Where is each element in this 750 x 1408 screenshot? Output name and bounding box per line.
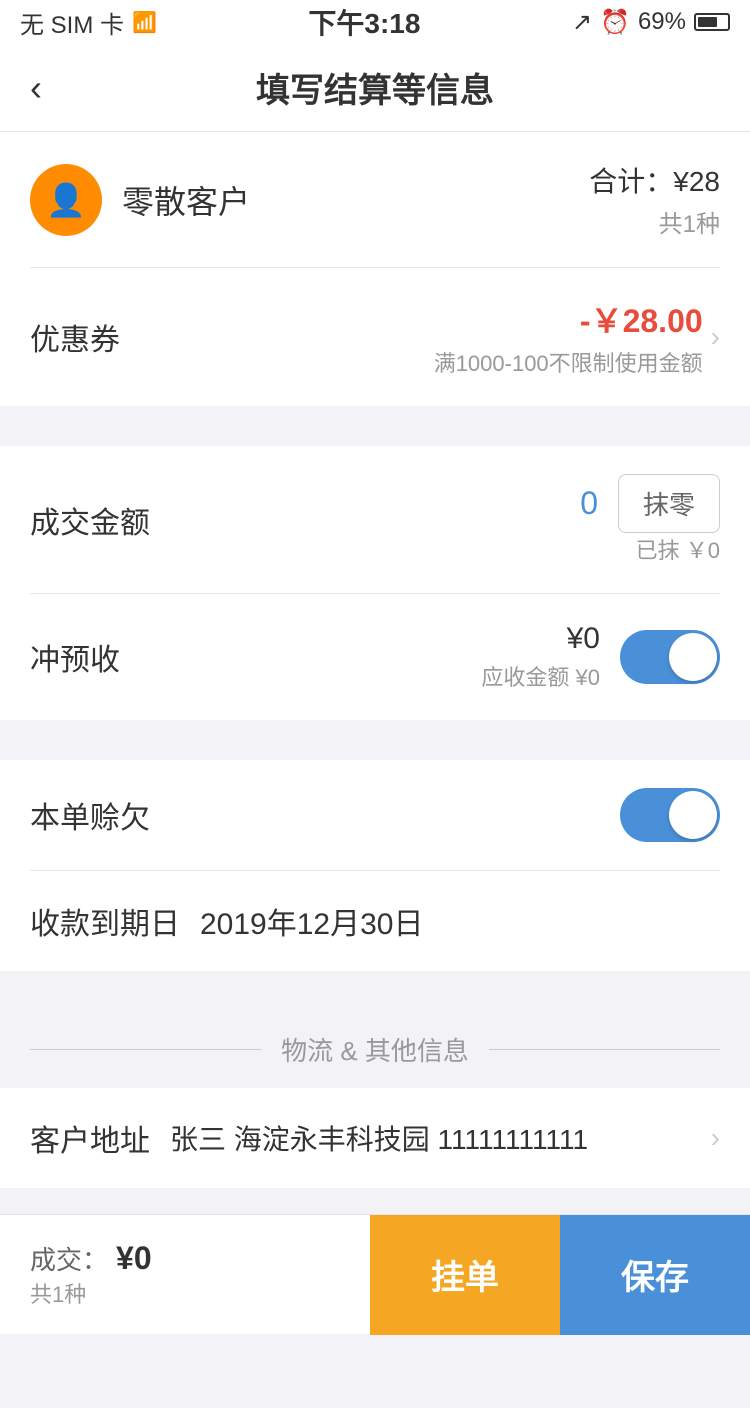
transaction-amount-input[interactable]: 0 xyxy=(538,485,598,522)
bottom-transaction-amount: ¥0 xyxy=(116,1240,152,1277)
round-zero-button[interactable]: 抹零 xyxy=(618,474,720,533)
coupon-description: 满1000-100不限制使用金额 xyxy=(434,346,703,378)
alarm-icon: ⏰ xyxy=(600,8,630,37)
bottom-transaction-label: 成交： xyxy=(30,1240,108,1277)
logistics-line-right xyxy=(489,1049,720,1050)
hang-order-button[interactable]: 挂单 xyxy=(370,1215,560,1335)
transaction-sub-text: 已抹 ￥0 xyxy=(538,533,720,565)
back-button[interactable]: ‹ xyxy=(30,67,42,109)
due-date-label: 收款到期日 xyxy=(30,899,180,943)
customer-right: 合计：¥28 共1种 xyxy=(589,160,720,239)
due-date-value: 2019年12月30日 xyxy=(200,899,423,943)
status-right: ↗ ⏰ 69% xyxy=(572,8,730,37)
status-time: 下午3:18 xyxy=(308,2,420,42)
page-title: 填写结算等信息 xyxy=(256,63,494,112)
debt-row: 本单赊欠 xyxy=(0,760,750,870)
coupon-label: 优惠券 xyxy=(30,315,120,359)
coupon-row[interactable]: 优惠券 -￥28.00 满1000-100不限制使用金额 › xyxy=(0,268,750,406)
battery-bar xyxy=(694,13,730,31)
status-bar: 无 SIM 卡 📶 下午3:18 ↗ ⏰ 69% xyxy=(0,0,750,44)
bottom-info: 成交： ¥0 共1种 xyxy=(0,1240,370,1309)
customer-name: 零散客户 xyxy=(122,177,250,223)
address-value: 张三 海淀永丰科技园 11111111111 xyxy=(170,1118,703,1158)
location-icon: ↗ xyxy=(572,8,592,37)
logistics-section-header: 物流 & 其他信息 xyxy=(0,1011,750,1088)
wifi-icon: 📶 xyxy=(132,10,157,35)
prepayment-row: 冲预收 ¥0 应收金额 ¥0 xyxy=(0,594,750,720)
carrier-text: 无 SIM 卡 xyxy=(20,5,124,40)
avatar: 👤 xyxy=(30,164,102,236)
chevron-right-icon: › xyxy=(711,321,720,353)
customer-left: 👤 零散客户 xyxy=(30,164,250,236)
coupon-discount: -￥28.00 xyxy=(434,296,703,342)
logistics-line-left xyxy=(30,1049,261,1050)
prepayment-main-amount: ¥0 xyxy=(481,622,600,656)
gray-separator2 xyxy=(0,740,750,760)
prepayment-label: 冲预收 xyxy=(30,635,120,679)
total-amount: 合计：¥28 xyxy=(589,160,720,200)
address-label: 客户地址 xyxy=(30,1116,150,1160)
transaction-right: 0 抹零 xyxy=(538,474,720,533)
save-label: 保存 xyxy=(621,1250,689,1299)
address-section: 客户地址 张三 海淀永丰科技园 11111111111 › xyxy=(0,1088,750,1188)
gray-separator3 xyxy=(0,991,750,1011)
logistics-label: 物流 & 其他信息 xyxy=(281,1031,469,1068)
battery-percent: 69% xyxy=(638,8,686,36)
save-button[interactable]: 保存 xyxy=(560,1215,750,1335)
total-count: 共1种 xyxy=(589,204,720,239)
address-row[interactable]: 客户地址 张三 海淀永丰科技园 11111111111 › xyxy=(0,1088,750,1188)
address-chevron-icon: › xyxy=(711,1122,720,1154)
due-date-row[interactable]: 收款到期日 2019年12月30日 xyxy=(0,871,750,971)
transaction-row: 成交金额 0 抹零 已抹 ￥0 xyxy=(0,446,750,593)
battery-fill xyxy=(698,17,717,27)
bottom-bar: 成交： ¥0 共1种 挂单 保存 xyxy=(0,1214,750,1334)
prepayment-sub-text: 应收金额 ¥0 xyxy=(481,660,600,692)
avatar-icon: 👤 xyxy=(46,181,86,219)
prepayment-right: ¥0 应收金额 ¥0 xyxy=(481,622,720,692)
bottom-count: 共1种 xyxy=(30,1277,340,1309)
prepayment-amounts: ¥0 应收金额 ¥0 xyxy=(481,622,600,692)
debt-label: 本单赊欠 xyxy=(30,793,150,837)
transaction-section: 成交金额 0 抹零 已抹 ￥0 冲预收 ¥0 应收金额 ¥0 xyxy=(0,446,750,720)
toggle-knob xyxy=(669,633,717,681)
hang-order-label: 挂单 xyxy=(431,1250,499,1299)
debt-toggle[interactable] xyxy=(620,788,720,842)
prepayment-toggle[interactable] xyxy=(620,630,720,684)
debt-section: 本单赊欠 收款到期日 2019年12月30日 xyxy=(0,760,750,971)
nav-bar: ‹ 填写结算等信息 xyxy=(0,44,750,132)
customer-row: 👤 零散客户 合计：¥28 共1种 xyxy=(0,132,750,267)
transaction-label: 成交金额 xyxy=(30,498,150,542)
status-left: 无 SIM 卡 📶 xyxy=(20,5,157,40)
debt-toggle-knob xyxy=(669,791,717,839)
gray-separator xyxy=(0,426,750,446)
coupon-right: -￥28.00 满1000-100不限制使用金额 xyxy=(434,296,703,378)
customer-section: 👤 零散客户 合计：¥28 共1种 优惠券 -￥28.00 满1000-100不… xyxy=(0,132,750,406)
